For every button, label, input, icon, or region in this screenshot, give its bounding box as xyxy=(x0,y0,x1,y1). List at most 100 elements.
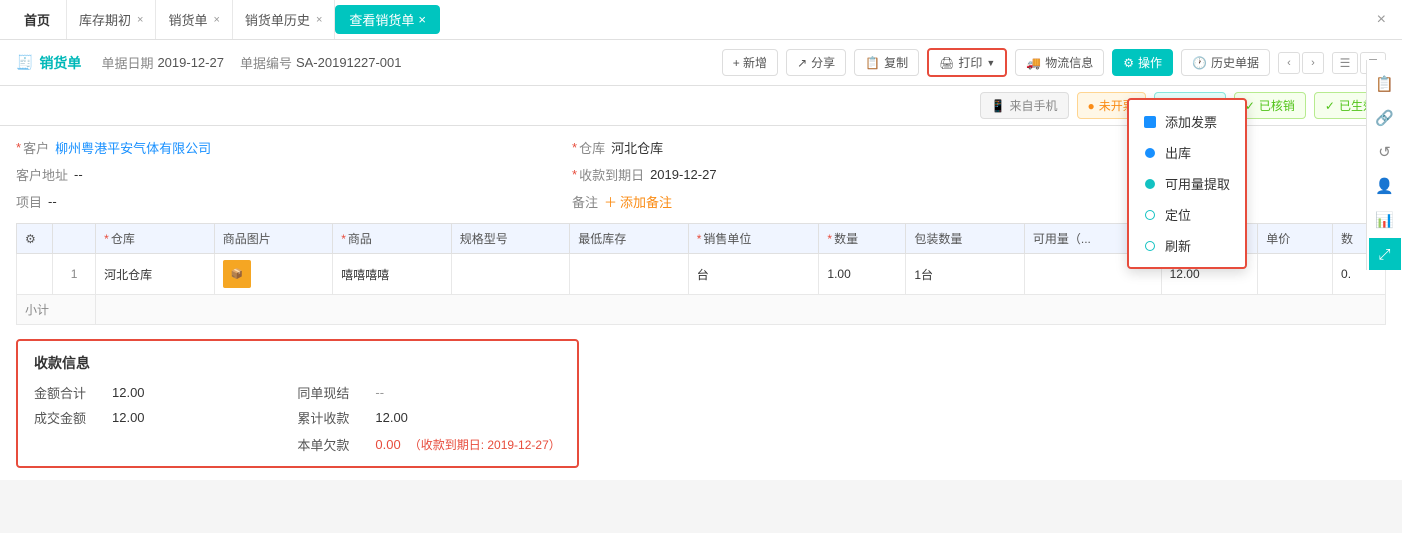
refresh-icon xyxy=(1143,239,1157,253)
tab-sales-history[interactable]: 销货单历史 × xyxy=(233,0,335,39)
operate-button[interactable]: ⚙ 操作 xyxy=(1112,49,1173,76)
doc-date-label: 单据日期 2019-12-27 xyxy=(101,53,224,72)
col-price: 单价 xyxy=(1258,224,1333,254)
tab-view-sales[interactable]: 查看销货单 × xyxy=(335,5,440,34)
customer-field: * 客户 柳州粤港平安气体有限公司 xyxy=(16,138,532,157)
col-num xyxy=(53,224,96,254)
logistics-icon: 🚚 xyxy=(1026,56,1041,70)
cell-qty: 1.00 xyxy=(819,254,906,295)
sidebar-expand-icon[interactable]: ⤢ xyxy=(1369,238,1401,270)
mobile-icon: 📱 xyxy=(991,99,1006,113)
customer-value[interactable]: 柳州粤港平安气体有限公司 xyxy=(55,138,211,157)
dropdown-refresh[interactable]: 刷新 xyxy=(1129,230,1245,261)
order-settle-value: -- xyxy=(375,385,384,400)
print-icon: 🖨 xyxy=(939,56,954,70)
doc-header: 🧾 销货单 单据日期 2019-12-27 单据编号 SA-20191227-0… xyxy=(0,40,1402,86)
subtotal-label: 小计 xyxy=(17,295,96,325)
deal-value: 12.00 xyxy=(112,410,145,425)
warehouse-value[interactable]: 河北仓库 xyxy=(611,138,663,157)
right-sidebar: 📋 🔗 ↺ 👤 📊 ⤢ xyxy=(1366,60,1402,270)
locate-icon xyxy=(1143,208,1157,222)
history-button[interactable]: 🕐 历史单据 xyxy=(1181,49,1270,76)
tab-close-sales[interactable]: × xyxy=(213,14,219,26)
history-icon: 🕐 xyxy=(1192,56,1207,70)
payment-box: 收款信息 金额合计 12.00 同单现结 -- 成交金额 12.00 xyxy=(16,339,579,468)
dropdown-add-invoice[interactable]: 添加发票 xyxy=(1129,106,1245,137)
sidebar-link-icon[interactable]: 🔗 xyxy=(1369,102,1401,134)
payment-section: 收款信息 金额合计 12.00 同单现结 -- 成交金额 12.00 xyxy=(16,331,1386,468)
cell-check xyxy=(17,254,53,295)
effective-icon: ✓ xyxy=(1325,99,1335,113)
balance-value: 0.00 xyxy=(375,437,400,452)
payment-grid: 金额合计 12.00 同单现结 -- 成交金额 12.00 累计收款 12.00 xyxy=(34,383,561,454)
tab-bar: 首页 库存期初 × 销货单 × 销货单历史 × 查看销货单 × × xyxy=(0,0,1402,40)
project-value: -- xyxy=(48,194,57,209)
total-value: 12.00 xyxy=(112,385,145,400)
doc-icon: 🧾 xyxy=(16,54,33,71)
share-button[interactable]: ↗ 分享 xyxy=(786,49,846,76)
dropdown-outbound[interactable]: 出库 xyxy=(1129,137,1245,168)
add-invoice-icon xyxy=(1143,115,1157,129)
add-note-button[interactable]: ＋ 添加备注 xyxy=(604,192,672,211)
due-note: （收款到期日: 2019-12-27） xyxy=(409,436,561,453)
sidebar-doc-icon[interactable]: 📋 xyxy=(1369,68,1401,100)
tab-sales[interactable]: 销货单 × xyxy=(156,0,232,39)
list-view-button[interactable]: ☰ xyxy=(1332,52,1358,74)
cell-price xyxy=(1258,254,1333,295)
dropdown-available-qty[interactable]: 可用量提取 xyxy=(1129,168,1245,199)
copy-button[interactable]: 📋 复制 xyxy=(854,49,919,76)
logistics-button[interactable]: 🚚 物流信息 xyxy=(1015,49,1104,76)
copy-icon: 📋 xyxy=(865,56,880,70)
window-close-button[interactable]: × xyxy=(1369,11,1394,29)
doc-meta: 单据日期 2019-12-27 单据编号 SA-20191227-001 xyxy=(101,53,401,72)
cell-unit: 台 xyxy=(688,254,819,295)
cell-pack: 1台 xyxy=(906,254,1025,295)
cell-spec xyxy=(451,254,570,295)
cell-image: 📦 xyxy=(214,254,333,295)
dropdown-locate[interactable]: 定位 xyxy=(1129,199,1245,230)
due-date-value[interactable]: 2019-12-27 xyxy=(650,167,717,182)
doc-title-text: 销货单 xyxy=(39,53,81,73)
next-button[interactable]: › xyxy=(1302,52,1324,74)
cumulative-value: 12.00 xyxy=(375,410,408,425)
doc-num-label: 单据编号 SA-20191227-001 xyxy=(240,53,402,72)
subtotal-values xyxy=(96,295,1386,325)
sidebar-refresh-icon[interactable]: ↺ xyxy=(1369,136,1401,168)
cell-product: 嘻嘻嘻嘻 xyxy=(333,254,452,295)
subtotal-row: 小计 xyxy=(17,295,1386,325)
sidebar-user-icon[interactable]: 👤 xyxy=(1369,170,1401,202)
prev-button[interactable]: ‹ xyxy=(1278,52,1300,74)
cell-num: 1 xyxy=(53,254,96,295)
col-min-stock: 最低库存 xyxy=(570,224,689,254)
tab-close-inventory[interactable]: × xyxy=(137,14,143,26)
deal-row: 成交金额 12.00 xyxy=(34,408,297,427)
add-button[interactable]: + 新增 xyxy=(722,49,778,76)
col-qty: *数量 xyxy=(819,224,906,254)
tab-inventory[interactable]: 库存期初 × xyxy=(67,0,156,39)
col-product: *商品 xyxy=(333,224,452,254)
cell-min-stock xyxy=(570,254,689,295)
sidebar-chart-icon[interactable]: 📊 xyxy=(1369,204,1401,236)
address-field: 客户地址 -- xyxy=(16,165,532,184)
outbound-icon xyxy=(1143,146,1157,160)
tab-home[interactable]: 首页 xyxy=(8,0,67,39)
doc-date-value: 2019-12-27 xyxy=(157,55,224,70)
nav-arrows: ‹ › xyxy=(1278,52,1324,74)
col-spec: 规格型号 xyxy=(451,224,570,254)
tab-close-sales-history[interactable]: × xyxy=(316,14,322,26)
col-image: 商品图片 xyxy=(214,224,333,254)
address-value: -- xyxy=(74,167,83,182)
project-field: 项目 -- xyxy=(16,192,532,211)
col-gear: ⚙ xyxy=(17,224,53,254)
print-button[interactable]: 🖨 打印 ▼ xyxy=(927,48,1007,77)
note-field: 备注 ＋ 添加备注 xyxy=(572,192,1088,211)
mobile-status[interactable]: 📱 来自手机 xyxy=(980,92,1069,119)
operate-icon: ⚙ xyxy=(1123,56,1134,70)
doc-title: 🧾 销货单 xyxy=(16,53,81,73)
product-image: 📦 xyxy=(223,260,251,288)
operate-dropdown: 添加发票 出库 可用量提取 定位 刷新 xyxy=(1127,98,1247,269)
warehouse-field: * 仓库 河北仓库 xyxy=(572,138,1088,157)
cumulative-row: 累计收款 12.00 xyxy=(297,408,560,427)
tab-close-view-sales[interactable]: × xyxy=(418,12,426,27)
order-settle-row: 同单现结 -- xyxy=(297,383,560,402)
